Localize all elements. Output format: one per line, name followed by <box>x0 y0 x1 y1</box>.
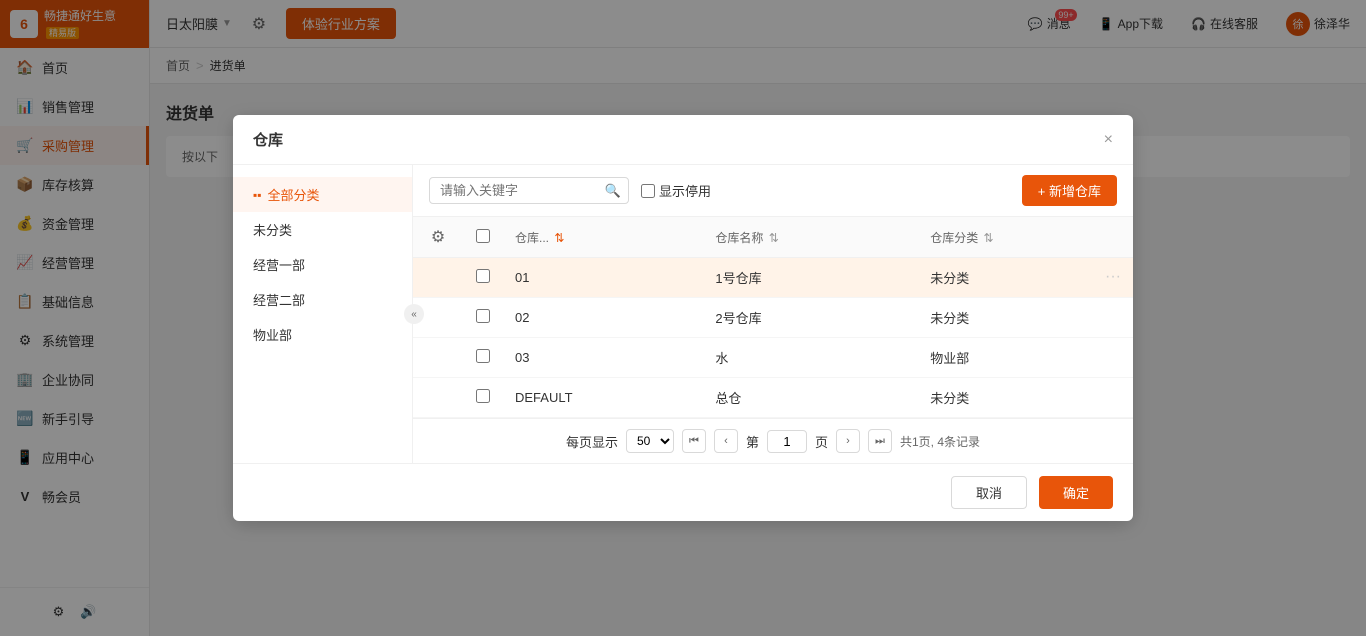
row-name-cell: 水 <box>703 338 918 378</box>
th-gear: ⚙ <box>413 217 463 258</box>
category-all-icon: ▪▪ <box>253 188 262 202</box>
show-disabled-checkbox[interactable] <box>641 184 655 198</box>
th-check <box>463 217 503 258</box>
row-checkbox-2[interactable] <box>476 309 490 323</box>
category-item-all[interactable]: ▪▪ 全部分类 <box>233 177 412 212</box>
row-check-cell <box>463 298 503 338</box>
row-code-cell: 01 <box>503 258 703 298</box>
table-row[interactable]: 01 1号仓库 未分类 ··· <box>413 258 1133 298</box>
table-row[interactable]: DEFAULT 总仓 未分类 <box>413 378 1133 418</box>
list-toolbar: 🔍 显示停用 + 新增仓库 <box>413 165 1133 217</box>
table-body: 01 1号仓库 未分类 ··· 02 <box>413 258 1133 418</box>
pagination: 每页显示 50 ⏮ ‹ 第 页 › ⏭ 共1页, 4条记录 <box>413 418 1133 463</box>
warehouse-table: ⚙ 仓库... ⇅ 仓库名称 ⇅ <box>413 217 1133 418</box>
modal-footer: 取消 确定 <box>233 463 1133 521</box>
category-item-dept1[interactable]: 经营一部 <box>233 247 412 282</box>
page-first-button[interactable]: ⏮ <box>682 429 706 453</box>
modal-overlay: 仓库 × « ▪▪ 全部分类 未分类 经营一部 <box>0 0 1366 636</box>
modal-body: « ▪▪ 全部分类 未分类 经营一部 经营二部 物业部 <box>233 165 1133 463</box>
cancel-button[interactable]: 取消 <box>951 476 1027 509</box>
row-check-cell <box>463 378 503 418</box>
category-item-dept2[interactable]: 经营二部 <box>233 282 412 317</box>
select-all-checkbox[interactable] <box>476 229 490 243</box>
warehouse-list-panel: 🔍 显示停用 + 新增仓库 ⚙ <box>413 165 1133 463</box>
row-checkbox-4[interactable] <box>476 389 490 403</box>
show-disabled-label[interactable]: 显示停用 <box>641 181 711 200</box>
search-input[interactable] <box>429 177 629 204</box>
row-code-cell: DEFAULT <box>503 378 703 418</box>
per-page-label: 每页显示 <box>566 432 618 451</box>
category-panel: « ▪▪ 全部分类 未分类 经营一部 经营二部 物业部 <box>233 165 413 463</box>
modal-close-button[interactable]: × <box>1104 131 1113 149</box>
warehouse-modal: 仓库 × « ▪▪ 全部分类 未分类 经营一部 <box>233 115 1133 521</box>
row-action-icon[interactable]: ··· <box>1105 268 1121 286</box>
table-row[interactable]: 02 2号仓库 未分类 <box>413 298 1133 338</box>
panel-collapse-button[interactable]: « <box>404 304 424 324</box>
th-name: 仓库名称 ⇅ <box>703 217 918 258</box>
confirm-button[interactable]: 确定 <box>1039 476 1113 509</box>
page-num-label: 第 <box>746 432 759 451</box>
sort-code-icon: ⇅ <box>554 231 564 245</box>
row-category-cell: 未分类 <box>918 378 1133 418</box>
page-total-label: 共1页, 4条记录 <box>900 433 980 450</box>
row-code-cell: 02 <box>503 298 703 338</box>
row-check-cell <box>463 338 503 378</box>
th-code: 仓库... ⇅ <box>503 217 703 258</box>
row-name-cell: 1号仓库 <box>703 258 918 298</box>
page-number-input[interactable] <box>767 430 807 453</box>
row-checkbox-3[interactable] <box>476 349 490 363</box>
row-name-cell: 2号仓库 <box>703 298 918 338</box>
table-row[interactable]: 03 水 物业部 <box>413 338 1133 378</box>
warehouse-table-wrap: ⚙ 仓库... ⇅ 仓库名称 ⇅ <box>413 217 1133 418</box>
sort-category-icon: ⇅ <box>984 231 994 245</box>
row-category-cell: 未分类 ··· <box>918 258 1133 298</box>
row-name-cell: 总仓 <box>703 378 918 418</box>
th-category: 仓库分类 ⇅ <box>918 217 1133 258</box>
row-category-cell: 未分类 <box>918 298 1133 338</box>
new-warehouse-button[interactable]: + 新增仓库 <box>1022 175 1117 206</box>
row-gear-cell <box>413 258 463 298</box>
modal-title: 仓库 <box>253 129 283 150</box>
page-next-button[interactable]: › <box>836 429 860 453</box>
row-check-cell <box>463 258 503 298</box>
search-icon[interactable]: 🔍 <box>605 183 621 199</box>
per-page-select[interactable]: 50 <box>626 429 674 453</box>
gear-header-icon: ⚙ <box>431 229 445 246</box>
page-last-button[interactable]: ⏭ <box>868 429 892 453</box>
modal-header: 仓库 × <box>233 115 1133 165</box>
row-gear-cell <box>413 378 463 418</box>
page-unit-label: 页 <box>815 432 828 451</box>
sort-name-icon: ⇅ <box>769 231 779 245</box>
category-item-property[interactable]: 物业部 <box>233 317 412 352</box>
row-checkbox-1[interactable] <box>476 269 490 283</box>
table-header: ⚙ 仓库... ⇅ 仓库名称 ⇅ <box>413 217 1133 258</box>
page-prev-button[interactable]: ‹ <box>714 429 738 453</box>
row-code-cell: 03 <box>503 338 703 378</box>
row-gear-cell <box>413 338 463 378</box>
search-wrapper: 🔍 <box>429 177 629 204</box>
row-category-cell: 物业部 <box>918 338 1133 378</box>
category-item-uncategorized[interactable]: 未分类 <box>233 212 412 247</box>
